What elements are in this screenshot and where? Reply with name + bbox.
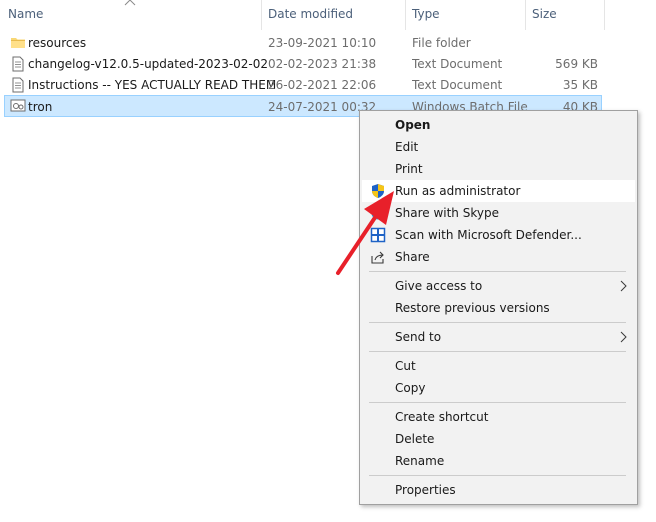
batch-file-icon — [10, 99, 26, 112]
column-name[interactable]: Name — [8, 0, 43, 30]
menu-item-give-access-to[interactable]: Give access to — [362, 275, 635, 297]
file-type: Text Document — [412, 78, 503, 92]
file-date: 26-02-2021 22:06 — [268, 78, 377, 92]
chevron-right-icon — [620, 280, 627, 292]
menu-item-label: Open — [395, 118, 431, 132]
folder-icon — [11, 38, 25, 48]
column-type[interactable]: Type — [412, 0, 440, 30]
annotation-arrow — [336, 191, 394, 275]
menu-item-label: Print — [395, 162, 423, 176]
menu-item-print[interactable]: Print — [362, 158, 635, 180]
file-name: Instructions -- YES ACTUALLY READ THEM — [28, 78, 277, 92]
menu-separator — [369, 402, 626, 403]
file-date: 23-09-2021 10:10 — [268, 36, 377, 50]
menu-item-open[interactable]: Open — [362, 114, 635, 136]
menu-item-label: Share — [395, 250, 430, 264]
file-name: changelog-v12.0.5-updated-2023-02-02 — [28, 57, 269, 71]
menu-item-copy[interactable]: Copy — [362, 377, 635, 399]
menu-item-label: Share with Skype — [395, 206, 499, 220]
menu-item-label: Edit — [395, 140, 419, 154]
menu-separator — [369, 271, 626, 272]
menu-item-label: Cut — [395, 359, 416, 373]
menu-item-scan-with-defender[interactable]: Scan with Microsoft Defender... — [362, 224, 635, 246]
chevron-right-icon — [620, 331, 627, 343]
menu-item-share-with-skype[interactable]: S Share with Skype — [362, 202, 635, 224]
context-menu: Open Edit Print Run as administrator S S… — [359, 110, 638, 505]
menu-item-run-as-administrator[interactable]: Run as administrator — [362, 180, 635, 202]
menu-item-cut[interactable]: Cut — [362, 355, 635, 377]
menu-item-rename[interactable]: Rename — [362, 450, 635, 472]
menu-separator — [369, 322, 626, 323]
menu-item-edit[interactable]: Edit — [362, 136, 635, 158]
menu-item-label: Scan with Microsoft Defender... — [395, 228, 582, 242]
menu-item-share[interactable]: Share — [362, 246, 635, 268]
column-divider[interactable] — [261, 0, 262, 30]
menu-item-label: Create shortcut — [395, 410, 489, 424]
file-name: tron — [28, 100, 53, 114]
menu-item-create-shortcut[interactable]: Create shortcut — [362, 406, 635, 428]
file-row-changelog[interactable]: changelog-v12.0.5-updated-2023-02-02 02-… — [4, 53, 602, 75]
file-type: File folder — [412, 36, 471, 50]
menu-item-label: Delete — [395, 432, 435, 446]
menu-separator — [369, 475, 626, 476]
column-divider[interactable] — [604, 0, 605, 30]
column-size[interactable]: Size — [532, 0, 557, 30]
file-row-resources[interactable]: resources 23-09-2021 10:10 File folder — [4, 32, 602, 54]
menu-item-properties[interactable]: Properties — [362, 479, 635, 501]
menu-item-delete[interactable]: Delete — [362, 428, 635, 450]
sort-ascending-icon — [124, 0, 136, 6]
text-file-icon — [12, 56, 24, 72]
file-name: resources — [28, 36, 87, 50]
file-row-instructions[interactable]: Instructions -- YES ACTUALLY READ THEM 2… — [4, 74, 602, 96]
menu-item-label: Copy — [395, 381, 426, 395]
menu-item-label: Send to — [395, 330, 442, 344]
file-size: 569 KB — [555, 57, 598, 71]
file-date: 02-02-2023 21:38 — [268, 57, 377, 71]
text-file-icon — [12, 77, 24, 93]
column-divider[interactable] — [405, 0, 406, 30]
menu-item-restore-previous-versions[interactable]: Restore previous versions — [362, 297, 635, 319]
menu-item-label: Properties — [395, 483, 456, 497]
column-date-modified[interactable]: Date modified — [268, 0, 353, 30]
menu-item-label: Rename — [395, 454, 445, 468]
column-divider[interactable] — [525, 0, 526, 30]
menu-item-label: Run as administrator — [395, 184, 521, 198]
file-size: 35 KB — [562, 78, 598, 92]
file-type: Text Document — [412, 57, 503, 71]
menu-item-label: Give access to — [395, 279, 483, 293]
menu-item-label: Restore previous versions — [395, 301, 550, 315]
menu-item-send-to[interactable]: Send to — [362, 326, 635, 348]
menu-separator — [369, 351, 626, 352]
column-header: Name Date modified Type Size — [0, 0, 656, 30]
